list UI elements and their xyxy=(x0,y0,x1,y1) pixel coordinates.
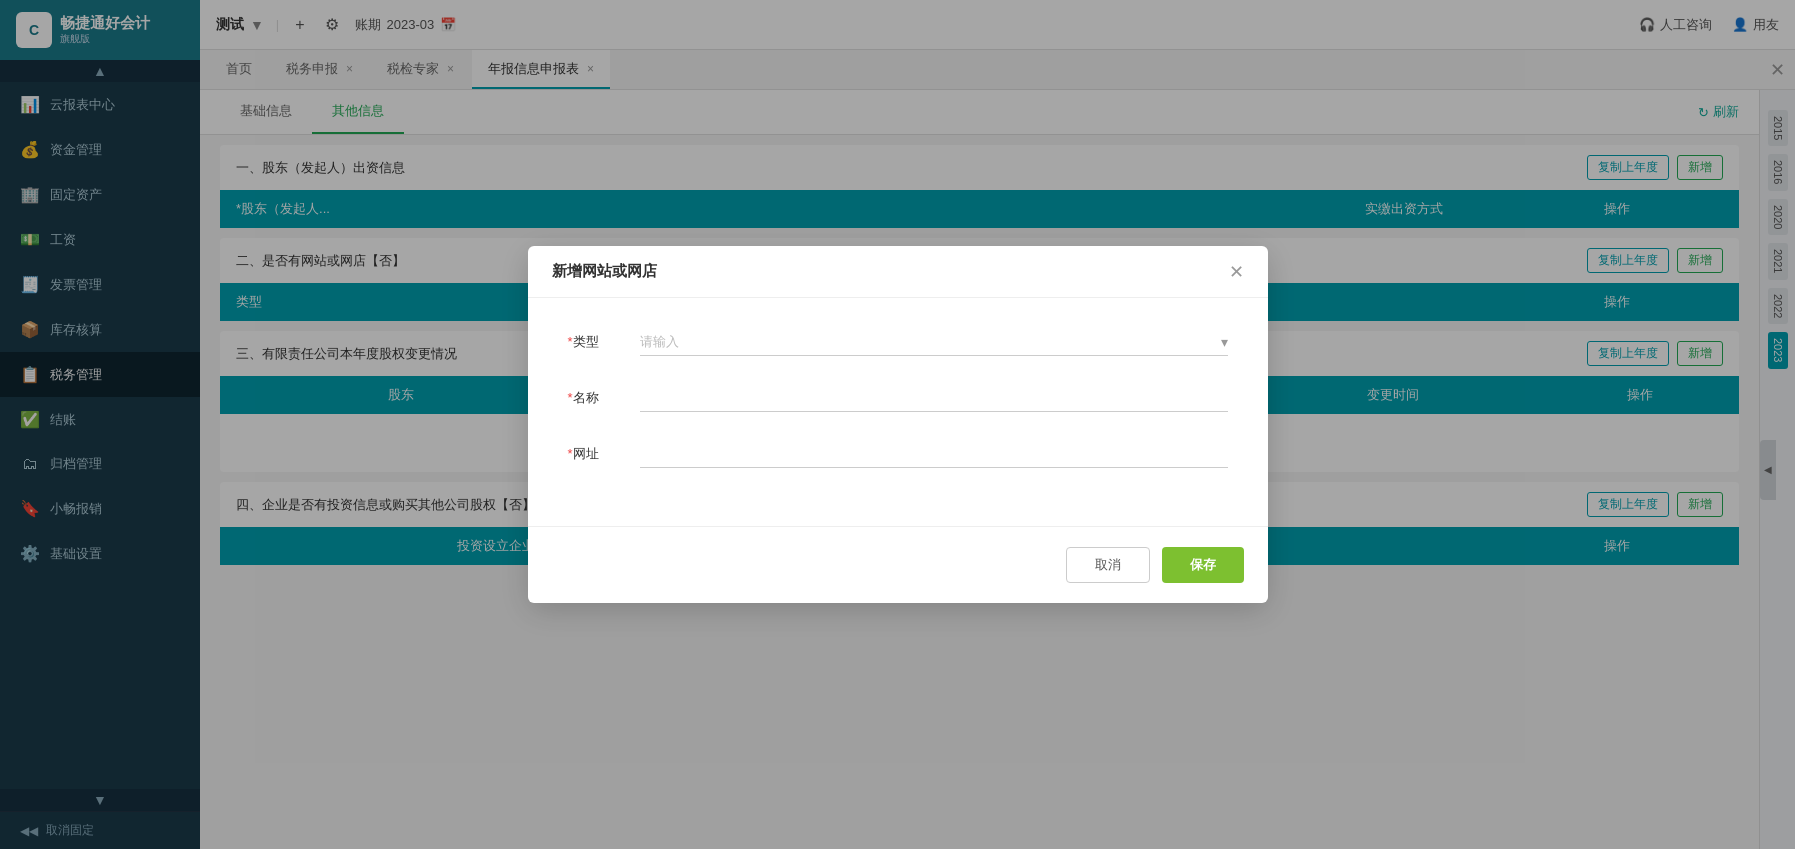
form-row-url: *网址 xyxy=(568,440,1228,468)
modal-overlay[interactable]: 新增网站或网店 ✕ *类型 ▾ *名称 xyxy=(0,0,1795,849)
name-label: *名称 xyxy=(568,389,628,407)
cancel-button[interactable]: 取消 xyxy=(1066,547,1150,583)
form-row-type: *类型 ▾ xyxy=(568,328,1228,356)
url-input-wrapper xyxy=(640,440,1228,468)
modal-header: 新增网站或网店 ✕ xyxy=(528,246,1268,298)
modal-close-btn[interactable]: ✕ xyxy=(1229,263,1244,281)
modal-title: 新增网站或网店 xyxy=(552,262,657,281)
name-input-wrapper xyxy=(640,384,1228,412)
url-input[interactable] xyxy=(640,440,1228,467)
modal-body: *类型 ▾ *名称 *网址 xyxy=(528,298,1268,526)
type-input[interactable] xyxy=(640,328,1221,355)
name-input[interactable] xyxy=(640,384,1228,411)
form-row-name: *名称 xyxy=(568,384,1228,412)
type-input-wrapper: ▾ xyxy=(640,328,1228,356)
modal-footer: 取消 保存 xyxy=(528,526,1268,603)
type-dropdown-icon[interactable]: ▾ xyxy=(1221,334,1228,350)
url-label: *网址 xyxy=(568,445,628,463)
save-button[interactable]: 保存 xyxy=(1162,547,1244,583)
add-website-modal: 新增网站或网店 ✕ *类型 ▾ *名称 xyxy=(528,246,1268,603)
type-label: *类型 xyxy=(568,333,628,351)
